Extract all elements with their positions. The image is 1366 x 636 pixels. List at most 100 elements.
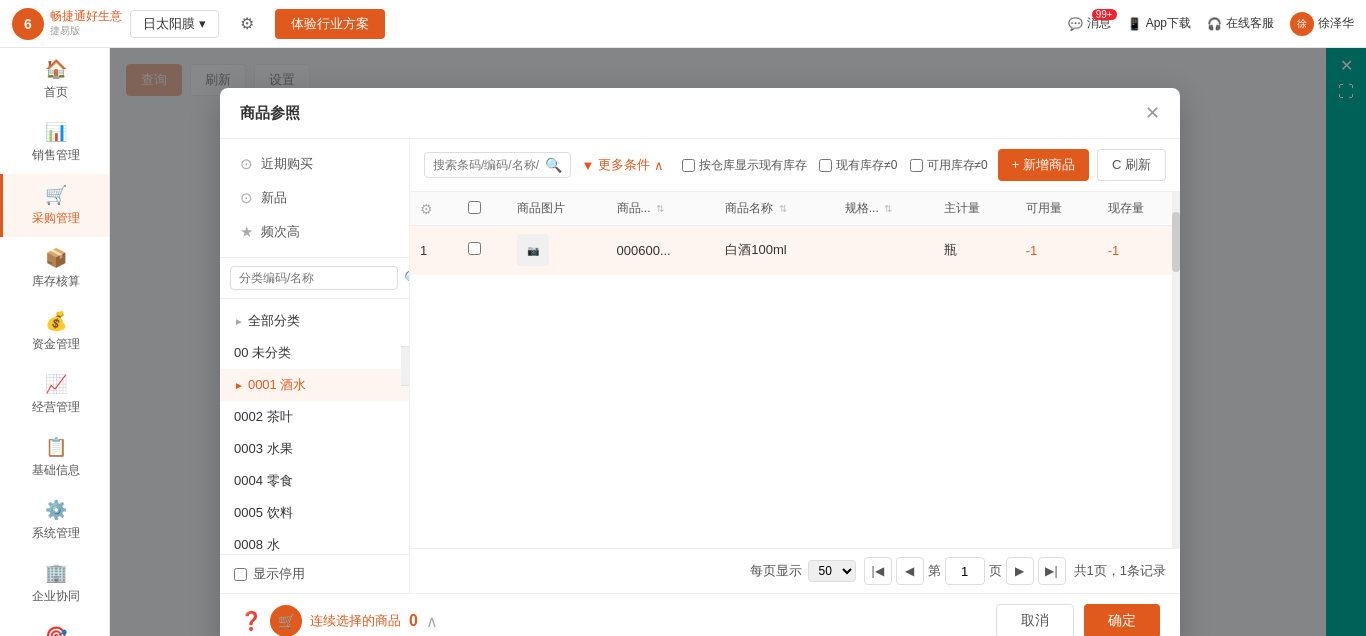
category-0004[interactable]: 0004 零食	[220, 465, 409, 497]
sidebar-item-purchase[interactable]: 🛒 采购管理	[0, 174, 109, 237]
modal-header: 商品参照 ✕	[220, 88, 1180, 139]
sort-name-icon: ⇅	[779, 203, 787, 214]
warehouse-display-checkbox-label[interactable]: 按仓库显示现有库存	[682, 157, 807, 174]
available-stock-checkbox-label[interactable]: 可用库存≠0	[910, 157, 988, 174]
modal-close-button[interactable]: ✕	[1145, 102, 1160, 124]
confirm-button[interactable]: 确定	[1084, 604, 1160, 636]
sidebar-item-finance[interactable]: 💰 资金管理	[0, 300, 109, 363]
system-icon: ⚙️	[45, 499, 67, 521]
cart-button[interactable]: 🛒	[270, 605, 302, 636]
footer-right: 取消 确定	[996, 604, 1160, 636]
category-search-input[interactable]	[230, 266, 398, 290]
top-nav: 6 畅捷通好生意 捷易版 日太阳膜 ▾ ⚙ 体验行业方案 💬 99+ 消息 📱 …	[0, 0, 1366, 48]
sort-code-icon: ⇅	[656, 203, 664, 214]
col-unit: 主计量	[934, 192, 1016, 226]
category-0002[interactable]: 0002 茶叶	[220, 401, 409, 433]
select-all-checkbox[interactable]	[468, 201, 481, 214]
refresh-button[interactable]: C 刷新	[1097, 149, 1166, 181]
last-page-button[interactable]: ▶|	[1038, 557, 1066, 585]
filter-more-button[interactable]: ▼ 更多条件 ∧	[581, 156, 664, 174]
toolbar-right: + 新增商品 C 刷新	[998, 149, 1166, 181]
category-search-area: 🔍	[220, 258, 409, 299]
prev-page-button[interactable]: ◀	[896, 557, 924, 585]
category-0003[interactable]: 0003 水果	[220, 433, 409, 465]
store-dropdown[interactable]: 日太阳膜 ▾	[130, 10, 219, 38]
category-all[interactable]: ► 全部分类	[220, 305, 409, 337]
sidebar-item-home[interactable]: 🏠 首页	[0, 48, 109, 111]
scrollbar-thumb[interactable]	[1172, 212, 1180, 272]
sidebar-item-inventory[interactable]: 📦 库存核算	[0, 237, 109, 300]
category-0001[interactable]: ► 0001 酒水	[220, 369, 409, 401]
product-thumbnail: 📷	[517, 234, 549, 266]
col-image: 商品图片	[507, 192, 607, 226]
online-service-link[interactable]: 🎧 在线客服	[1207, 15, 1274, 32]
logo-area: 6 畅捷通好生意 捷易版	[12, 8, 122, 40]
nav-right: 💬 99+ 消息 📱 App下载 🎧 在线客服 徐 徐泽华	[1068, 12, 1354, 36]
product-reference-modal: 商品参照 ✕ ⊙ 近期购买 ⊙ 新	[220, 88, 1180, 636]
cell-available: -1	[1016, 226, 1098, 275]
col-checkbox[interactable]	[458, 192, 506, 226]
pagination-bar: 每页显示 50 |◀ ◀ 第 页 ▶	[410, 548, 1180, 593]
frequent-filter[interactable]: ★ 频次高	[230, 217, 399, 247]
frequent-icon: ★	[240, 223, 253, 241]
col-name[interactable]: 商品名称 ⇅	[715, 192, 834, 226]
available-stock-checkbox[interactable]	[910, 159, 923, 172]
messages-icon[interactable]: 💬 99+ 消息	[1068, 15, 1111, 32]
existing-stock-checkbox[interactable]	[819, 159, 832, 172]
col-settings[interactable]: ⚙	[410, 192, 458, 226]
enterprise-icon: 🏢	[45, 562, 67, 584]
cancel-button[interactable]: 取消	[996, 604, 1074, 636]
warehouse-display-checkbox[interactable]	[682, 159, 695, 172]
cell-checkbox[interactable]	[458, 226, 506, 275]
content-area: 查询 刷新 设置 ✕ ⛶ 商品参照 ✕	[110, 48, 1366, 636]
product-table-area: ⚙ 商品图片 商品... ⇅ 商品名称	[410, 192, 1180, 548]
new-products-filter[interactable]: ⊙ 新品	[230, 183, 399, 213]
per-page-select[interactable]: 50	[808, 560, 856, 582]
cell-stock: -1	[1098, 226, 1180, 275]
app-download-link[interactable]: 📱 App下载	[1127, 15, 1191, 32]
filter-checkboxes: 按仓库显示现有库存 现有库存≠0 可用库存≠0	[682, 157, 988, 174]
sidebar-item-operations[interactable]: 📈 经营管理	[0, 363, 109, 426]
category-0005[interactable]: 0005 饮料	[220, 497, 409, 529]
recent-purchases-filter[interactable]: ⊙ 近期购买	[230, 149, 399, 179]
table-row[interactable]: 1 📷 000600... 白酒100ml 瓶	[410, 226, 1180, 275]
scrollbar[interactable]	[1172, 192, 1180, 548]
inventory-icon: 📦	[45, 247, 67, 269]
new-icon: ⊙	[240, 189, 253, 207]
help-icon[interactable]: ❓	[240, 610, 262, 632]
sidebar-item-guide[interactable]: 🎯 新手引导	[0, 615, 109, 636]
next-page-button[interactable]: ▶	[1006, 557, 1034, 585]
modal-overlay: 商品参照 ✕ ⊙ 近期购买 ⊙ 新	[110, 48, 1366, 636]
gear-icon[interactable]: ⚙	[231, 8, 263, 40]
table-header-row: ⚙ 商品图片 商品... ⇅ 商品名称	[410, 192, 1180, 226]
sidebar-item-enterprise[interactable]: 🏢 企业协同	[0, 552, 109, 615]
expand-icon[interactable]: ∧	[426, 612, 438, 631]
col-code[interactable]: 商品... ⇅	[607, 192, 716, 226]
product-search-input[interactable]	[433, 158, 539, 172]
chevron-down-icon: ▾	[199, 16, 206, 31]
trial-button[interactable]: 体验行业方案	[275, 9, 385, 39]
row-checkbox[interactable]	[468, 242, 481, 255]
first-page-button[interactable]: |◀	[864, 557, 892, 585]
add-product-button[interactable]: + 新增商品	[998, 149, 1089, 181]
existing-stock-checkbox-label[interactable]: 现有库存≠0	[819, 157, 897, 174]
category-0008[interactable]: 0008 水	[220, 529, 409, 554]
nav-center: ⚙ 体验行业方案	[231, 8, 385, 40]
sidebar: 🏠 首页 📊 销售管理 🛒 采购管理 📦 库存核算 💰 资金管理 📈 经营管理 …	[0, 48, 110, 636]
cell-image: 📷	[507, 226, 607, 275]
modal-body: ⊙ 近期购买 ⊙ 新品 ★ 频次高 《	[220, 139, 1180, 593]
product-search-icon[interactable]: 🔍	[545, 157, 562, 173]
sidebar-item-sales[interactable]: 📊 销售管理	[0, 111, 109, 174]
user-menu[interactable]: 徐 徐泽华	[1290, 12, 1354, 36]
brand-sub: 捷易版	[50, 24, 122, 38]
sidebar-item-basic[interactable]: 📋 基础信息	[0, 426, 109, 489]
collapse-panel-button[interactable]: 《	[401, 346, 410, 386]
category-00[interactable]: 00 未分类	[220, 337, 409, 369]
operations-icon: 📈	[45, 373, 67, 395]
sidebar-item-system[interactable]: ⚙️ 系统管理	[0, 489, 109, 552]
col-spec[interactable]: 规格... ⇅	[835, 192, 934, 226]
finance-icon: 💰	[45, 310, 67, 332]
cell-code: 000600...	[607, 226, 716, 275]
show-disabled-checkbox[interactable]	[234, 568, 247, 581]
page-number-input[interactable]	[945, 557, 985, 585]
